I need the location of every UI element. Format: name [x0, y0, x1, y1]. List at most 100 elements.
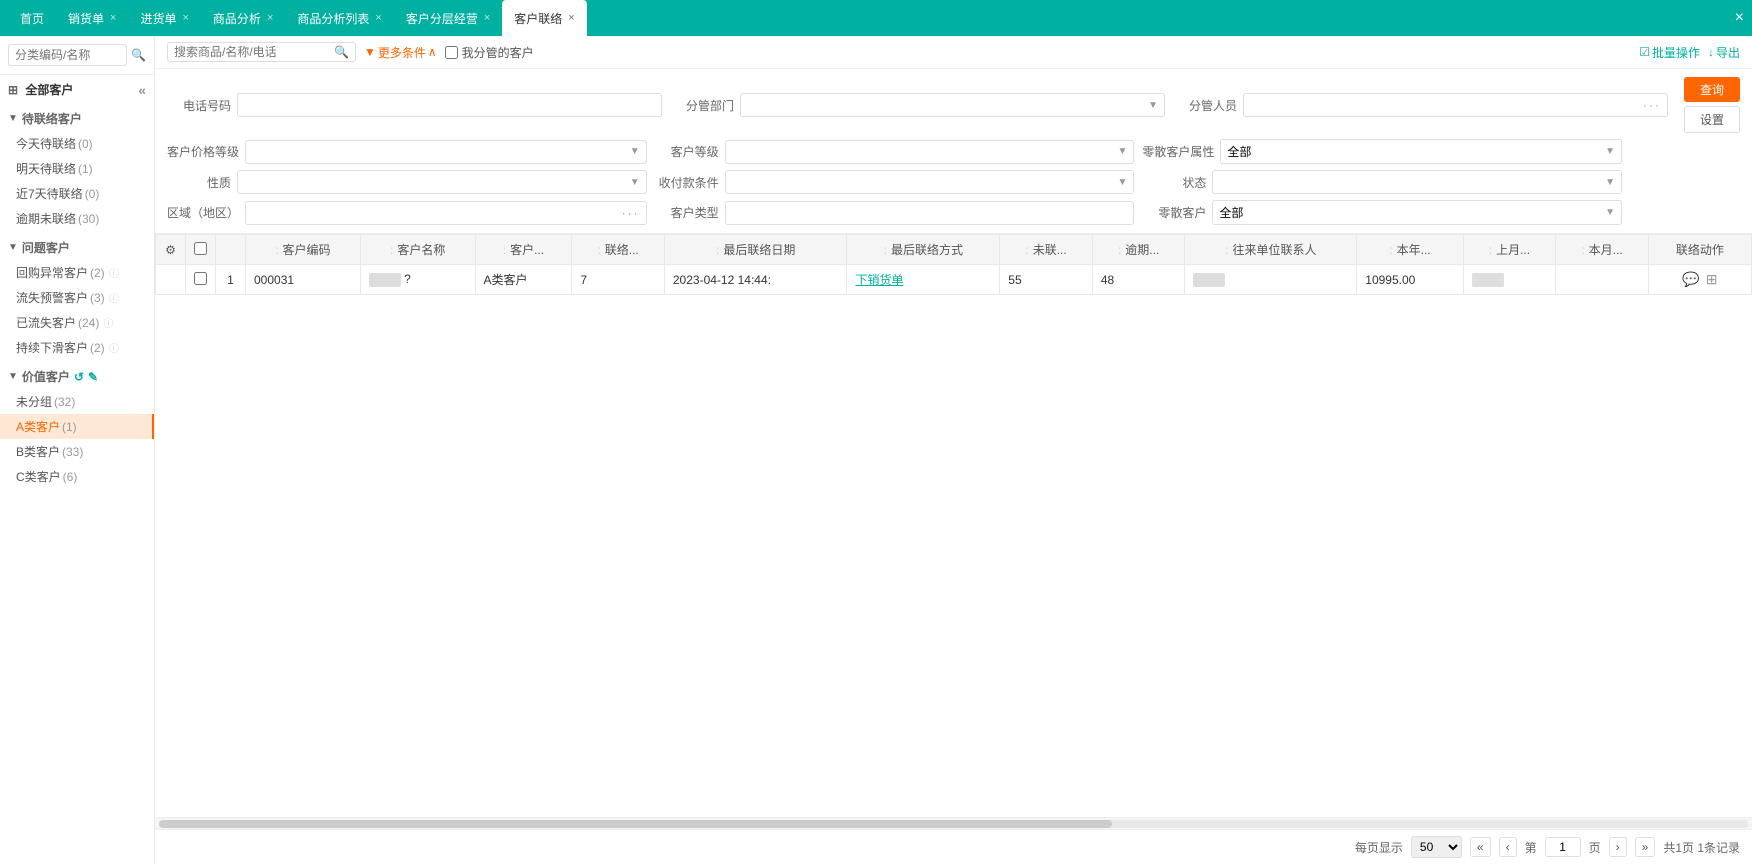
- status-select[interactable]: ▼: [1212, 170, 1622, 194]
- value-group-title[interactable]: ▼ 价值客户 ↺ ✎: [0, 364, 154, 389]
- close-segment-tab[interactable]: ×: [484, 12, 490, 24]
- td-last-method[interactable]: 下销货单: [847, 265, 1000, 295]
- customer-type-field[interactable]: [732, 206, 1128, 220]
- th-check[interactable]: [186, 235, 216, 265]
- main-layout: 🔍 ⊞ 全部客户 « ▼ 待联络客户 今天待联络 (0): [0, 36, 1752, 864]
- select-all-checkbox[interactable]: [194, 242, 207, 255]
- price-level-select[interactable]: ▼: [245, 140, 647, 164]
- table-row: 1 000031 ? A类客户 7 2023-04-12 14:44: 下销货单: [156, 265, 1752, 295]
- info-icon-churn: ⓘ: [109, 290, 119, 305]
- chat-icon[interactable]: 💬: [1682, 271, 1699, 288]
- sidebar-item-declining[interactable]: 持续下滑客户 (2) ⓘ: [0, 335, 154, 360]
- app-container: 首页 销货单 × 进货单 × 商品分析 × 商品分析列表 × 客户分层经营 × …: [0, 0, 1752, 864]
- sidebar-collapse-button[interactable]: «: [138, 82, 146, 98]
- th-last-date[interactable]: :最后联络日期: [664, 235, 847, 265]
- manager-label: 分管人员: [1173, 97, 1243, 114]
- scatter-select[interactable]: 全部 ▼: [1212, 200, 1622, 225]
- payment-select[interactable]: ▼: [725, 170, 1135, 194]
- phone-field[interactable]: [244, 98, 655, 112]
- tab-home[interactable]: 首页: [8, 0, 56, 36]
- th-name[interactable]: :客户名称: [360, 235, 475, 265]
- close-sales-tab[interactable]: ×: [110, 12, 116, 24]
- th-gear[interactable]: ⚙: [156, 235, 186, 265]
- scatter-attr-select[interactable]: 全部 ▼: [1220, 139, 1622, 164]
- th-type[interactable]: :客户...: [475, 235, 572, 265]
- query-button[interactable]: 查询: [1684, 77, 1740, 102]
- filter-search-input[interactable]: [174, 45, 334, 59]
- filter-search-icon[interactable]: 🔍: [334, 45, 349, 59]
- my-customers-check[interactable]: [445, 46, 458, 59]
- setting-button[interactable]: 设置: [1684, 106, 1740, 133]
- th-this-month[interactable]: :本月...: [1556, 235, 1649, 265]
- th-no-contact[interactable]: :未联...: [1000, 235, 1093, 265]
- tab-customer-contact[interactable]: 客户联络 ×: [502, 0, 586, 36]
- per-page-select[interactable]: 50 20 100: [1411, 836, 1462, 858]
- sidebar-search-input[interactable]: [8, 44, 127, 66]
- sidebar-item-churn-warning[interactable]: 流失预警客户 (3) ⓘ: [0, 285, 154, 310]
- sidebar-item-overdue[interactable]: 逾期未联络 (30): [0, 206, 154, 231]
- customer-type-input[interactable]: [725, 201, 1135, 225]
- all-customers-header[interactable]: ⊞ 全部客户 «: [0, 75, 154, 104]
- sidebar-item-unclassified[interactable]: 未分组 (32): [0, 389, 154, 414]
- sidebar-item-7days[interactable]: 近7天待联络 (0): [0, 181, 154, 206]
- last-page-button[interactable]: »: [1635, 837, 1656, 857]
- tab-customer-segment[interactable]: 客户分层经营 ×: [394, 0, 502, 36]
- page-number-input[interactable]: [1545, 837, 1581, 857]
- pending-group-title[interactable]: ▼ 待联络客户: [0, 106, 154, 131]
- th-this-year[interactable]: :本年...: [1357, 235, 1463, 265]
- th-unit-contact[interactable]: :往来单位联系人: [1185, 235, 1357, 265]
- row-checkbox[interactable]: [194, 272, 207, 285]
- tab-analysis-list[interactable]: 商品分析列表 ×: [285, 0, 393, 36]
- nature-select[interactable]: ▼: [237, 170, 647, 194]
- next-page-button[interactable]: ›: [1609, 837, 1627, 857]
- horizontal-scrollbar[interactable]: [155, 817, 1752, 829]
- sidebar-search-icon[interactable]: 🔍: [131, 48, 146, 62]
- problem-group-title[interactable]: ▼ 问题客户: [0, 235, 154, 260]
- customer-level-select[interactable]: ▼: [725, 140, 1135, 164]
- tab-purchase[interactable]: 进货单 ×: [128, 0, 200, 36]
- close-purchase-tab[interactable]: ×: [182, 12, 188, 24]
- top-nav: 首页 销货单 × 进货单 × 商品分析 × 商品分析列表 × 客户分层经营 × …: [0, 0, 1752, 36]
- th-last-month[interactable]: :上月...: [1463, 235, 1556, 265]
- td-check[interactable]: [186, 265, 216, 295]
- dept-select[interactable]: ▼: [740, 93, 1165, 117]
- batch-op-button[interactable]: ☑ 批量操作: [1639, 44, 1700, 61]
- filter-more-button[interactable]: ▼ 更多条件 ∧: [364, 44, 437, 61]
- sidebar-item-today[interactable]: 今天待联络 (0): [0, 131, 154, 156]
- my-customers-checkbox[interactable]: 我分管的客户: [445, 44, 534, 61]
- th-last-method[interactable]: :最后联络方式: [847, 235, 1000, 265]
- region-dots-icon: ···: [622, 206, 640, 220]
- total-label: 共1页 1条记录: [1663, 839, 1740, 856]
- page-suffix-label: 页: [1589, 839, 1601, 856]
- sidebar-item-churned[interactable]: 已流失客户 (24) ⓘ: [0, 310, 154, 335]
- sidebar-item-c-class[interactable]: C类客户 (6): [0, 464, 154, 489]
- th-contact[interactable]: :联络...: [572, 235, 665, 265]
- value-edit-icon[interactable]: ✎: [88, 370, 98, 384]
- value-refresh-icon[interactable]: ↺: [74, 370, 84, 384]
- filter-price-level: 客户价格等级 ▼: [167, 140, 647, 164]
- qr-icon[interactable]: ⊞: [1706, 271, 1718, 288]
- sidebar-item-repurchase-anomaly[interactable]: 回购异常客户 (2) ⓘ: [0, 260, 154, 285]
- sidebar-item-tomorrow[interactable]: 明天待联络 (1): [0, 156, 154, 181]
- region-input[interactable]: ···: [245, 201, 647, 225]
- last-method-link[interactable]: 下销货单: [855, 273, 903, 287]
- phone-input[interactable]: [237, 93, 662, 117]
- td-last-month: [1463, 265, 1556, 295]
- prev-page-button[interactable]: ‹: [1499, 837, 1517, 857]
- window-close-button[interactable]: ×: [1735, 9, 1744, 27]
- tab-analysis[interactable]: 商品分析 ×: [201, 0, 285, 36]
- first-page-button[interactable]: «: [1470, 837, 1491, 857]
- scroll-thumb[interactable]: [159, 820, 1112, 828]
- manager-input[interactable]: ···: [1243, 93, 1668, 117]
- per-page-label: 每页显示: [1355, 839, 1403, 856]
- sidebar-item-a-class[interactable]: A类客户 (1): [0, 414, 154, 439]
- export-button[interactable]: ↓ 导出: [1708, 44, 1740, 61]
- manager-dots-icon: ···: [1643, 98, 1661, 112]
- tab-sales[interactable]: 销货单 ×: [56, 0, 128, 36]
- close-analysis-list-tab[interactable]: ×: [375, 12, 381, 24]
- close-contact-tab[interactable]: ×: [568, 12, 574, 24]
- th-overdue[interactable]: :逾期...: [1092, 235, 1185, 265]
- sidebar-item-b-class[interactable]: B类客户 (33): [0, 439, 154, 464]
- close-analysis-tab[interactable]: ×: [267, 12, 273, 24]
- th-code[interactable]: :客户编码: [246, 235, 361, 265]
